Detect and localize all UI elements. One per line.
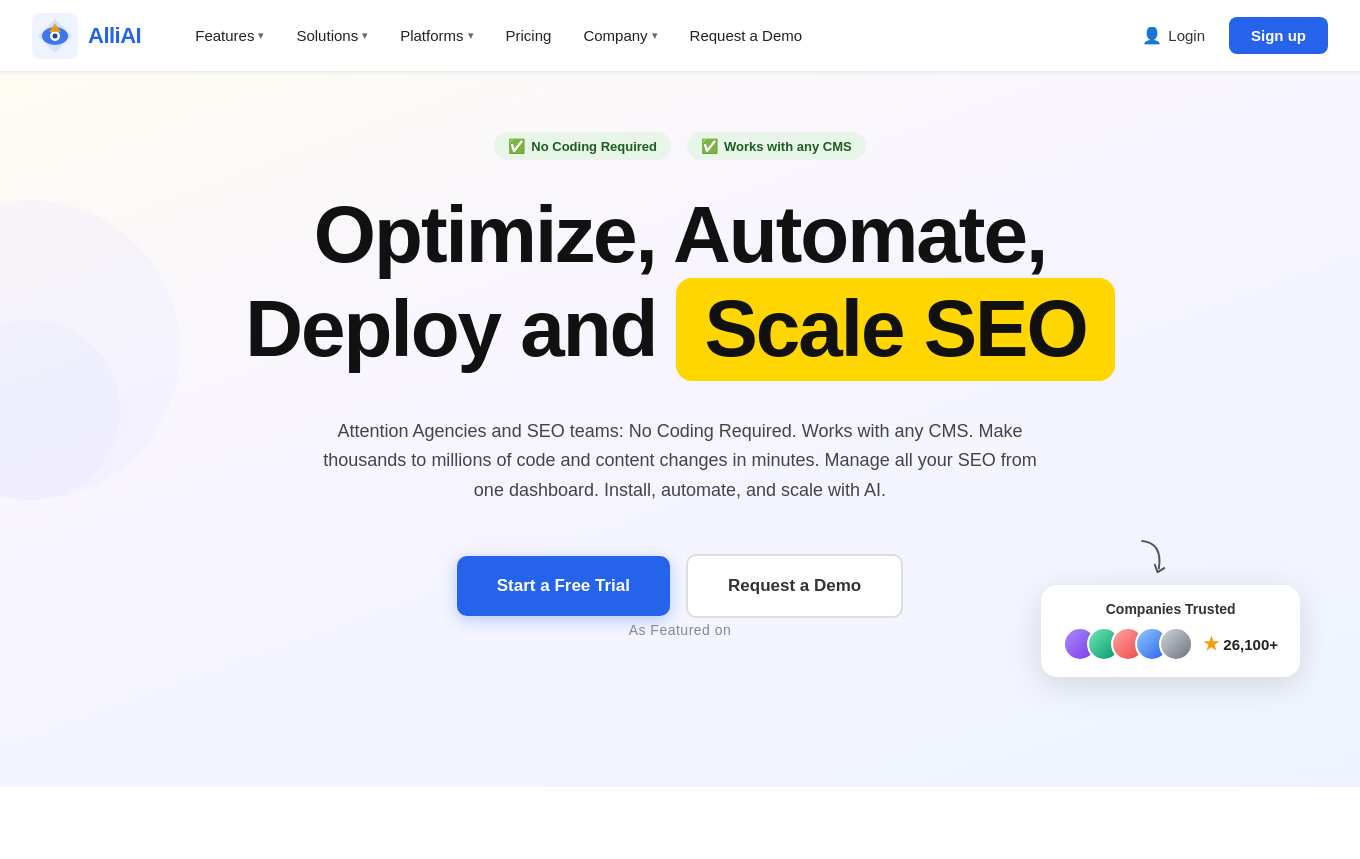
- chevron-down-icon: ▾: [652, 29, 658, 42]
- chevron-down-icon: ▾: [258, 29, 264, 42]
- badge-any-cms: ✅ Works with any CMS: [687, 132, 866, 160]
- nav-item-platforms[interactable]: Platforms ▾: [386, 19, 487, 52]
- headline-line2: Deploy and Scale SEO: [245, 278, 1114, 380]
- logo-icon: [32, 13, 78, 59]
- svg-point-4: [53, 33, 58, 38]
- signup-button[interactable]: Sign up: [1229, 17, 1328, 54]
- logo-text: AlliAI: [88, 23, 141, 49]
- star-icon: ★: [1203, 633, 1219, 655]
- navbar: AlliAI Features ▾ Solutions ▾ Platforms …: [0, 0, 1360, 72]
- login-button[interactable]: 👤 Login: [1126, 18, 1221, 53]
- start-free-trial-button[interactable]: Start a Free Trial: [457, 556, 670, 616]
- trusted-count: ★ 26,100+: [1203, 633, 1278, 655]
- nav-item-features[interactable]: Features ▾: [181, 19, 278, 52]
- nav-item-request-demo[interactable]: Request a Demo: [676, 19, 817, 52]
- avatar-stack: [1063, 627, 1193, 661]
- headline-highlight: Scale SEO: [676, 278, 1114, 380]
- trusted-card: Companies Trusted ★ 26,100+: [1041, 585, 1300, 677]
- cta-row: Start a Free Trial Request a Demo: [457, 554, 903, 618]
- badge-no-coding: ✅ No Coding Required: [494, 132, 671, 160]
- trusted-label: Companies Trusted: [1063, 601, 1278, 617]
- chevron-down-icon: ▾: [362, 29, 368, 42]
- nav-right: 👤 Login Sign up: [1126, 17, 1328, 54]
- hero-subtext: Attention Agencies and SEO teams: No Cod…: [320, 417, 1040, 506]
- logo[interactable]: AlliAI: [32, 13, 141, 59]
- badges-row: ✅ No Coding Required ✅ Works with any CM…: [494, 132, 865, 160]
- check-icon: ✅: [508, 138, 525, 154]
- user-icon: 👤: [1142, 26, 1162, 45]
- request-demo-button[interactable]: Request a Demo: [686, 554, 903, 618]
- hero-inner: ✅ No Coding Required ✅ Works with any CM…: [80, 72, 1280, 658]
- chevron-down-icon: ▾: [468, 29, 474, 42]
- trusted-row: ★ 26,100+: [1063, 627, 1278, 661]
- nav-links: Features ▾ Solutions ▾ Platforms ▾ Prici…: [181, 19, 1126, 52]
- nav-item-solutions[interactable]: Solutions ▾: [282, 19, 382, 52]
- hero-headline: Optimize, Automate, Deploy and Scale SEO: [245, 192, 1114, 381]
- headline-line1: Optimize, Automate,: [245, 192, 1114, 278]
- hero-section: ✅ No Coding Required ✅ Works with any CM…: [0, 0, 1360, 787]
- as-featured-label: As Featured on: [629, 622, 732, 638]
- avatar: [1159, 627, 1193, 661]
- nav-item-pricing[interactable]: Pricing: [492, 19, 566, 52]
- nav-item-company[interactable]: Company ▾: [569, 19, 671, 52]
- check-icon: ✅: [701, 138, 718, 154]
